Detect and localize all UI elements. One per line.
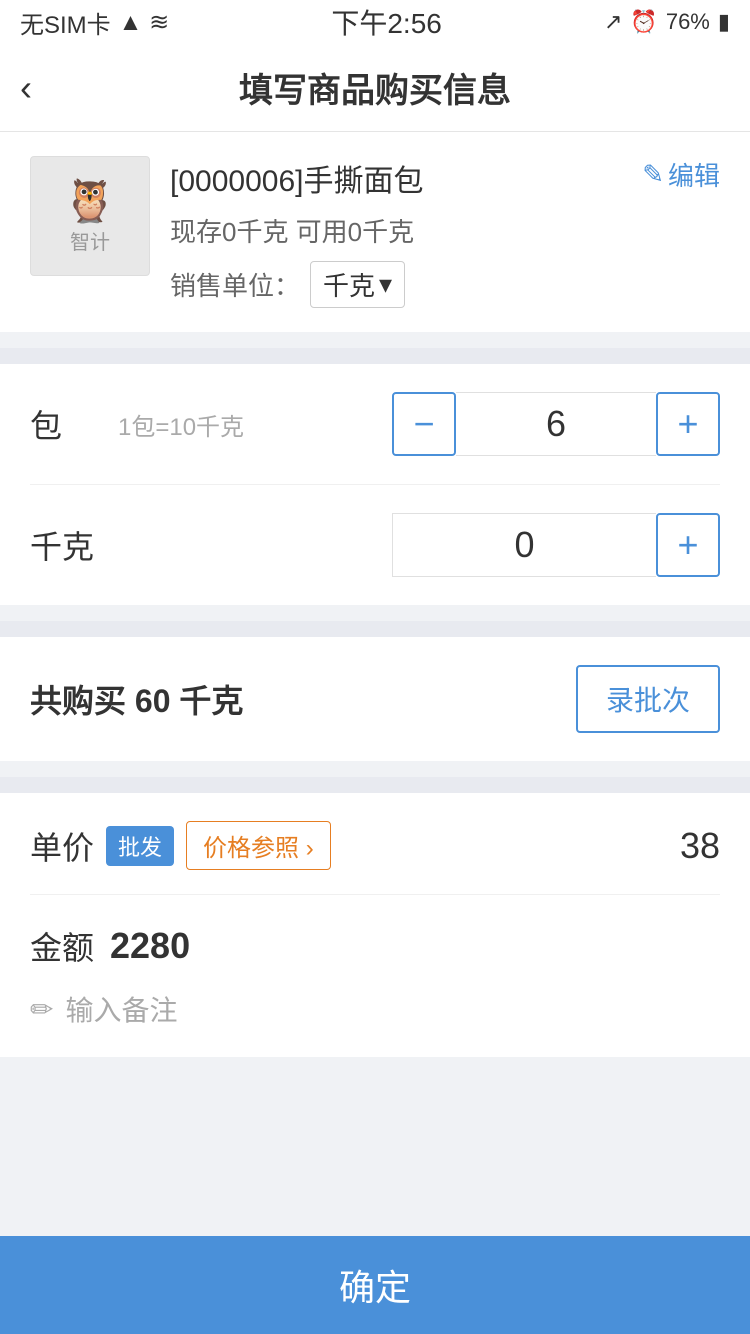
total-amount: 60 <box>135 683 171 719</box>
wifi-icon: ▲ ≋ <box>119 8 170 37</box>
bao-label: 包 <box>30 401 110 447</box>
status-time: 下午2:56 <box>331 2 442 42</box>
edit-icon: ✎ <box>642 159 664 190</box>
amount-section: 金额 2280 ✏ 输入备注 <box>0 895 750 1057</box>
back-button[interactable]: ‹ <box>20 67 32 109</box>
kg-input[interactable] <box>392 513 656 577</box>
battery-label: 76% <box>666 9 710 35</box>
product-stock: 现存0千克 可用0千克 <box>170 212 720 249</box>
remark-row[interactable]: ✏ 输入备注 <box>30 989 720 1029</box>
location-icon: ↗ <box>604 9 622 35</box>
product-info: [0000006]手撕面包 ✎ 编辑 现存0千克 可用0千克 销售单位： 千克 … <box>170 156 720 308</box>
price-label-group: 单价 批发 价格参照 › <box>30 821 331 870</box>
status-left: 无SIM卡 ▲ ≋ <box>20 5 169 40</box>
input-section: 包 1包=10千克 − + 千克 + <box>0 364 750 605</box>
status-bar: 无SIM卡 ▲ ≋ 下午2:56 ↗ ⏰ 76% ▮ <box>0 0 750 44</box>
price-value: 38 <box>680 825 720 867</box>
remark-placeholder: 输入备注 <box>65 989 177 1029</box>
bao-input[interactable] <box>456 392 656 456</box>
amount-value: 2280 <box>110 925 190 967</box>
confirm-button[interactable]: 确定 <box>0 1236 750 1334</box>
pencil-icon: ✏ <box>30 993 53 1026</box>
product-name-row: [0000006]手撕面包 ✎ 编辑 <box>170 156 720 200</box>
bao-input-row: 包 1包=10千克 − + <box>30 364 720 485</box>
edit-button[interactable]: ✎ 编辑 <box>642 156 720 193</box>
total-text: 共购买 60 千克 <box>30 676 243 722</box>
chevron-down-icon: ▾ <box>379 269 392 300</box>
product-card: 🦉 智计 [0000006]手撕面包 ✎ 编辑 现存0千克 可用0千克 销售单位… <box>0 132 750 332</box>
battery-icon: ▮ <box>718 9 730 35</box>
total-section: 共购买 60 千克 录批次 <box>0 637 750 761</box>
unit-select[interactable]: 千克 ▾ <box>310 261 405 308</box>
product-image: 🦉 智计 <box>30 156 150 276</box>
price-section: 单价 批发 价格参照 › 38 <box>0 793 750 895</box>
price-label: 单价 <box>30 823 94 869</box>
product-logo-text: 智计 <box>64 226 116 255</box>
batch-button[interactable]: 录批次 <box>576 665 720 733</box>
product-name: [0000006]手撕面包 <box>170 156 423 200</box>
section-separator-2 <box>0 621 750 637</box>
kg-plus-button[interactable]: + <box>656 513 720 577</box>
kg-controls: + <box>392 513 720 577</box>
price-tag: 批发 <box>106 826 174 866</box>
kg-input-row: 千克 + <box>30 485 720 605</box>
price-row: 单价 批发 价格参照 › 38 <box>30 821 720 895</box>
nav-bar: ‹ 填写商品购买信息 <box>0 44 750 132</box>
bao-minus-button[interactable]: − <box>392 392 456 456</box>
amount-label: 金额 <box>30 923 94 969</box>
empty-area <box>0 1057 750 1257</box>
product-unit-row: 销售单位： 千克 ▾ <box>170 261 720 308</box>
amount-row: 金额 2280 <box>30 923 720 969</box>
status-right: ↗ ⏰ 76% ▮ <box>604 9 730 35</box>
section-separator-1 <box>0 348 750 364</box>
alarm-icon: ⏰ <box>630 9 657 35</box>
bao-hint: 1包=10千克 <box>118 407 244 442</box>
page-title: 填写商品购买信息 <box>239 63 511 112</box>
price-ref-button[interactable]: 价格参照 › <box>186 821 331 870</box>
bao-controls: − + <box>392 392 720 456</box>
kg-label: 千克 <box>30 522 110 568</box>
carrier-label: 无SIM卡 <box>20 5 111 40</box>
section-separator-3 <box>0 777 750 793</box>
unit-label: 销售单位： <box>170 266 300 303</box>
bao-plus-button[interactable]: + <box>656 392 720 456</box>
